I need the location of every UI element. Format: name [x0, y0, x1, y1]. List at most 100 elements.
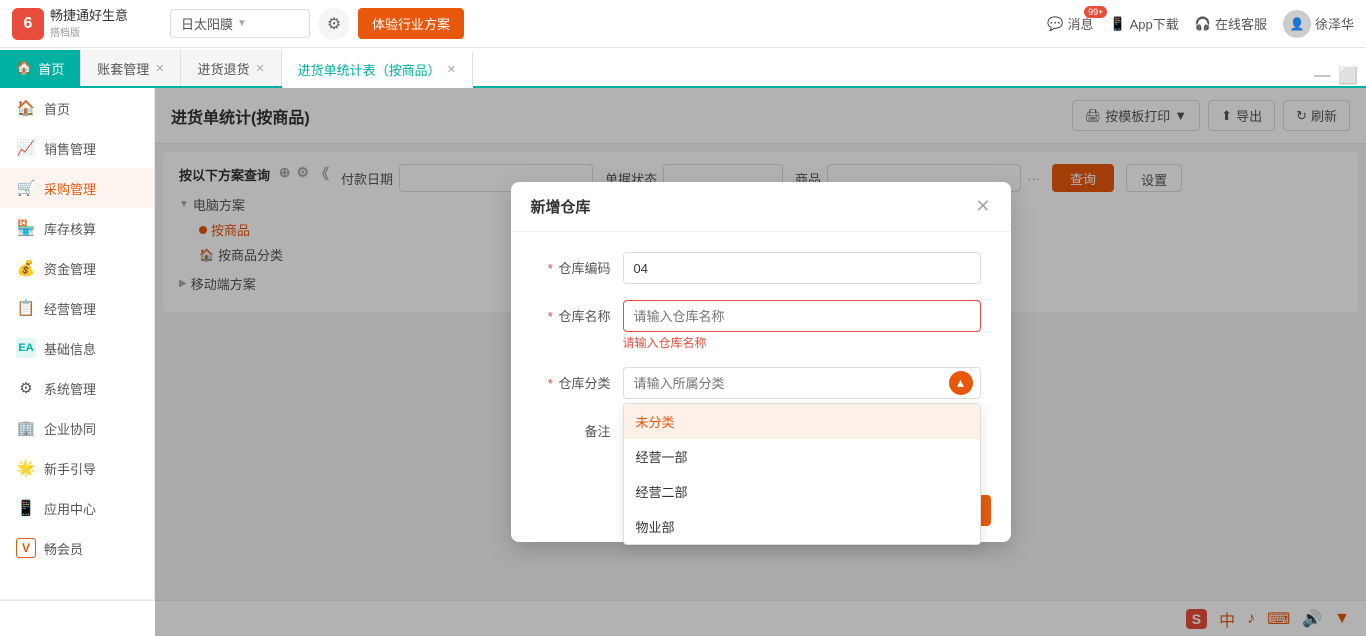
- guide-icon: 🌟: [16, 458, 36, 478]
- service-label: 在线客服: [1215, 14, 1267, 33]
- app-download-button[interactable]: 📱 App下载: [1109, 14, 1178, 33]
- close-tab-accounts-icon[interactable]: ✕: [155, 62, 164, 75]
- store-name: 日太阳膜: [181, 14, 233, 33]
- code-label: * 仓库编码: [541, 252, 611, 277]
- sidebar-item-home[interactable]: 🏠 首页: [0, 88, 154, 128]
- top-icons: 💬 99+ 消息 📱 App下载 🎧 在线客服 👤 徐泽华: [1047, 10, 1354, 38]
- category-row: * 仓库分类 ▲ 未分类 经营一部 经营二部: [541, 367, 981, 399]
- tab-bar-actions: — ⬜: [1314, 66, 1366, 86]
- sidebar: 🏠 首页 📈 销售管理 🛒 采购管理 🏪 库存核算 💰 资金管理 📋 经营管理 …: [0, 88, 155, 636]
- dropdown-item-2[interactable]: 经营二部: [624, 474, 980, 509]
- dropdown-item-0[interactable]: 未分类: [624, 404, 980, 439]
- settings-button[interactable]: ⚙: [318, 8, 350, 40]
- dialog-body: * 仓库编码 * 仓库名称: [511, 232, 1011, 483]
- code-field-wrap: [623, 252, 981, 284]
- sidebar-finance-label: 资金管理: [44, 259, 96, 278]
- tab-purchase-stats[interactable]: 进货单统计表（按商品） ✕: [282, 52, 473, 88]
- category-input[interactable]: [623, 367, 981, 399]
- operation-icon: 📋: [16, 298, 36, 318]
- sidebar-item-operation[interactable]: 📋 经营管理: [0, 288, 154, 328]
- name-row: * 仓库名称 请输入仓库名称: [541, 300, 981, 351]
- basic-icon: EA: [16, 338, 36, 358]
- app-icon: 📱: [1109, 16, 1125, 32]
- name-error-msg: 请输入仓库名称: [623, 334, 981, 351]
- app-sub: 搭档版: [50, 24, 128, 39]
- apps-icon: 📱: [16, 498, 36, 518]
- home-icon: 🏠: [16, 60, 32, 76]
- tab-accounts[interactable]: 账套管理 ✕: [81, 50, 181, 86]
- sidebar-operation-label: 经营管理: [44, 299, 96, 318]
- category-arrow-icon[interactable]: ▲: [949, 371, 973, 395]
- required-star-cat: *: [548, 376, 553, 391]
- sidebar-item-basic[interactable]: EA 基础信息: [0, 328, 154, 368]
- sidebar-item-purchase[interactable]: 🛒 采购管理: [0, 168, 154, 208]
- sidebar-vip-label: 畅会员: [44, 539, 83, 558]
- sidebar-item-guide[interactable]: 🌟 新手引导: [0, 448, 154, 488]
- store-selector[interactable]: 日太阳膜 ▼: [170, 9, 310, 38]
- tab-maximize-icon[interactable]: ⬜: [1338, 66, 1358, 86]
- tab-home[interactable]: 🏠 首页: [0, 50, 81, 86]
- add-warehouse-dialog: 新增仓库 ✕ * 仓库编码: [511, 182, 1011, 542]
- dropdown-item-3[interactable]: 物业部: [624, 509, 980, 544]
- sidebar-item-apps[interactable]: 📱 应用中心: [0, 488, 154, 528]
- app-label: App下载: [1130, 14, 1179, 33]
- tab-minimize-icon[interactable]: —: [1314, 67, 1330, 85]
- avatar: 👤: [1283, 10, 1311, 38]
- dialog-title: 新增仓库: [531, 196, 591, 217]
- vip-icon: V: [16, 538, 36, 558]
- sidebar-basic-label: 基础信息: [44, 339, 96, 358]
- sidebar-sales-label: 销售管理: [44, 139, 96, 158]
- user-area[interactable]: 👤 徐泽华: [1283, 10, 1354, 38]
- category-select-wrap: ▲ 未分类 经营一部 经营二部 物业部: [623, 367, 981, 399]
- sales-icon: 📈: [16, 138, 36, 158]
- sidebar-item-sales[interactable]: 📈 销售管理: [0, 128, 154, 168]
- system-icon: ⚙: [16, 378, 36, 398]
- sidebar-item-vip[interactable]: V 畅会员: [0, 528, 154, 568]
- tab-purchase-return[interactable]: 进货退货 ✕: [181, 50, 281, 86]
- tab-purchase-stats-label: 进货单统计表（按商品）: [298, 60, 441, 79]
- name-field-wrap: 请输入仓库名称: [623, 300, 981, 351]
- tab-accounts-label: 账套管理: [97, 59, 149, 78]
- logo-text-wrap: 畅捷通好生意 搭档版: [50, 8, 128, 40]
- store-arrow-icon: ▼: [237, 18, 247, 29]
- remark-label: 备注: [541, 415, 611, 440]
- inventory-icon: 🏪: [16, 218, 36, 238]
- category-label: * 仓库分类: [541, 367, 611, 392]
- top-bar: 6 畅捷通好生意 搭档版 日太阳膜 ▼ ⚙ 体验行业方案 💬 99+ 消息 📱 …: [0, 0, 1366, 48]
- tab-home-label: 首页: [38, 59, 64, 78]
- name-label: * 仓库名称: [541, 300, 611, 325]
- sidebar-purchase-label: 采购管理: [44, 179, 96, 198]
- sidebar-apps-label: 应用中心: [44, 499, 96, 518]
- tab-purchase-return-label: 进货退货: [197, 59, 249, 78]
- sidebar-item-enterprise[interactable]: 🏢 企业协同: [0, 408, 154, 448]
- category-dropdown: 未分类 经营一部 经营二部 物业部: [623, 403, 981, 545]
- code-row: * 仓库编码: [541, 252, 981, 284]
- sidebar-inventory-label: 库存核算: [44, 219, 96, 238]
- message-icon: 💬: [1047, 16, 1063, 32]
- main-content: 进货单统计(按商品) 🖨 按模板打印 ▼ ⬆ 导出 ↻ 刷新: [155, 88, 1366, 636]
- app-name: 畅捷通好生意: [50, 8, 128, 25]
- dropdown-item-1[interactable]: 经营一部: [624, 439, 980, 474]
- logo-icon: 6: [12, 8, 44, 40]
- name-input[interactable]: [623, 300, 981, 332]
- dialog-close-icon[interactable]: ✕: [975, 196, 990, 217]
- close-tab-return-icon[interactable]: ✕: [255, 62, 264, 75]
- service-button[interactable]: 🎧 在线客服: [1195, 14, 1267, 33]
- sidebar-item-system[interactable]: ⚙ 系统管理: [0, 368, 154, 408]
- sidebar-home-label: 首页: [44, 99, 70, 118]
- sidebar-item-inventory[interactable]: 🏪 库存核算: [0, 208, 154, 248]
- required-star-name: *: [548, 309, 553, 324]
- finance-icon: 💰: [16, 258, 36, 278]
- required-star-code: *: [548, 261, 553, 276]
- headphone-icon: 🎧: [1195, 16, 1211, 32]
- sidebar-item-finance[interactable]: 💰 资金管理: [0, 248, 154, 288]
- sidebar-system-label: 系统管理: [44, 379, 96, 398]
- layout: 🏠 首页 📈 销售管理 🛒 采购管理 🏪 库存核算 💰 资金管理 📋 经营管理 …: [0, 88, 1366, 636]
- sidebar-enterprise-label: 企业协同: [44, 419, 96, 438]
- try-industry-button[interactable]: 体验行业方案: [358, 8, 464, 39]
- message-button[interactable]: 💬 99+ 消息: [1047, 14, 1093, 33]
- message-badge: 99+: [1084, 6, 1107, 18]
- sidebar-guide-label: 新手引导: [44, 459, 96, 478]
- code-input[interactable]: [623, 252, 981, 284]
- close-tab-stats-icon[interactable]: ✕: [447, 63, 456, 76]
